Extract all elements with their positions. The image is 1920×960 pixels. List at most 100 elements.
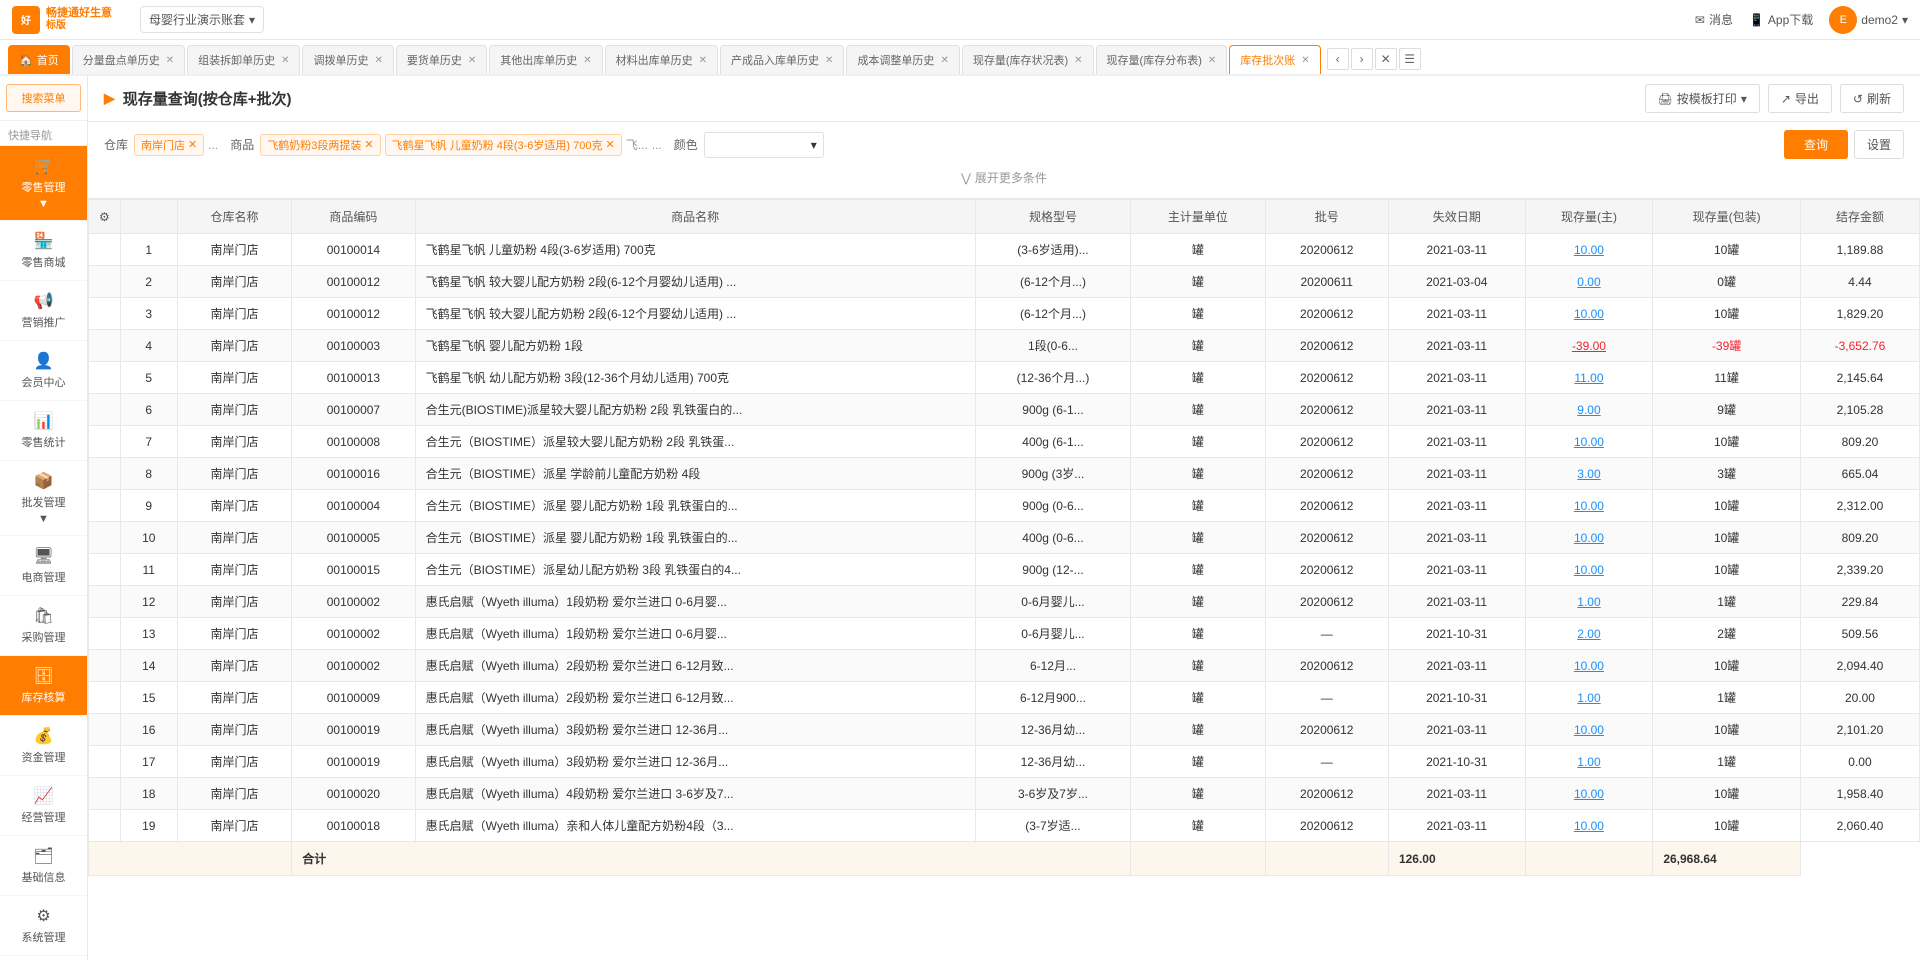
row-qty[interactable]: 11.00	[1525, 362, 1653, 394]
row-qty[interactable]: 2.00	[1525, 618, 1653, 650]
tab-chan-cheng-ru[interactable]: 产成品入库单历史 ✕	[720, 45, 844, 74]
row-qty-pkg: 10罐	[1653, 714, 1801, 746]
close-icon[interactable]: ✕	[1074, 55, 1082, 66]
row-qty[interactable]: 10.00	[1525, 426, 1653, 458]
warehouse-filter: 仓库 南岸门店 ✕ ...	[104, 134, 218, 156]
tab-ku-cun-pi[interactable]: 库存批次账 ✕	[1229, 45, 1320, 74]
close-icon[interactable]: ✕	[364, 138, 373, 151]
tab-cheng-ben[interactable]: 成本调整单历史 ✕	[846, 45, 959, 74]
close-icon[interactable]: ✕	[281, 55, 289, 66]
col-unit: 主计量单位	[1131, 200, 1265, 234]
sidebar-item-pifa[interactable]: 📦 批发管理 ▼	[0, 461, 87, 536]
tab-next-button[interactable]: ›	[1351, 48, 1373, 70]
account-selector[interactable]: 母婴行业演示账套 ▾	[140, 6, 264, 33]
sidebar-item-kucun[interactable]: 🗄 库存核算	[0, 656, 87, 716]
sidebar-item-jichu[interactable]: 🗂 基础信息	[0, 836, 87, 896]
row-qty[interactable]: 10.00	[1525, 554, 1653, 586]
close-icon[interactable]: ✕	[1301, 55, 1309, 66]
sidebar-item-jingying[interactable]: 📈 经营管理	[0, 776, 87, 836]
tab-fen-pan[interactable]: 分量盘点单历史 ✕	[72, 45, 185, 74]
row-qty[interactable]: 10.00	[1525, 234, 1653, 266]
row-spec: 6-12月...	[975, 650, 1130, 682]
row-qty[interactable]: 10.00	[1525, 650, 1653, 682]
close-icon[interactable]: ✕	[940, 55, 948, 66]
row-code: 00100013	[292, 362, 415, 394]
row-qty[interactable]: 10.00	[1525, 490, 1653, 522]
row-amount: 1,829.20	[1800, 298, 1919, 330]
sidebar-item-lingsoushang[interactable]: 🏪 零售商城	[0, 221, 87, 281]
tab-menu-button[interactable]: ☰	[1399, 48, 1421, 70]
refresh-button[interactable]: ↺ 刷新	[1840, 84, 1904, 113]
sidebar-item-lingshouguan[interactable]: 🛒 零售管理 ▼	[0, 146, 87, 221]
tab-zu-chai[interactable]: 组装拆卸单历史 ✕	[187, 45, 300, 74]
sidebar-item-lingsoutongji[interactable]: 📊 零售统计	[0, 401, 87, 461]
expand-more-button[interactable]: ⋁ 展开更多条件	[953, 165, 1055, 190]
product-tag-1[interactable]: 飞鹤奶粉3段两提装 ✕	[260, 134, 380, 156]
content-area: ▶ 现存量查询(按仓库+批次) 🖨 按模板打印 ▾ ↗ 导出 ↺ 刷新	[88, 76, 1920, 960]
message-button[interactable]: ✉ 消息	[1695, 11, 1733, 28]
row-unit: 罐	[1131, 362, 1265, 394]
close-icon[interactable]: ✕	[583, 55, 591, 66]
row-name: 惠氏启赋（Wyeth illuma）2段奶粉 爱尔兰进口 6-12月致...	[415, 682, 975, 714]
row-name: 飞鹤星飞帆 幼儿配方奶粉 3段(12-36个月幼儿适用) 700克	[415, 362, 975, 394]
search-menu-button[interactable]: 搜索菜单	[6, 84, 81, 112]
export-button[interactable]: ↗ 导出	[1768, 84, 1832, 113]
search-button[interactable]: 查询	[1784, 130, 1848, 159]
product-tag-2[interactable]: 飞鹤星飞帆 儿童奶粉 4段(3-6岁适用) 700克 ✕	[385, 134, 622, 156]
row-qty[interactable]: -39.00	[1525, 330, 1653, 362]
row-qty[interactable]: 10.00	[1525, 522, 1653, 554]
close-icon[interactable]: ✕	[699, 55, 707, 66]
tab-home[interactable]: 🏠 首页	[8, 45, 70, 74]
row-batch: 20200612	[1265, 330, 1388, 362]
tab-prev-button[interactable]: ‹	[1327, 48, 1349, 70]
row-qty[interactable]: 1.00	[1525, 746, 1653, 778]
warehouse-tag-nanan[interactable]: 南岸门店 ✕	[134, 134, 204, 156]
sidebar-item-huiyuan[interactable]: 👤 会员中心	[0, 341, 87, 401]
row-batch: —	[1265, 682, 1388, 714]
sidebar-item-dianshang[interactable]: 🖥 电商管理	[0, 536, 87, 596]
close-icon[interactable]: ✕	[166, 55, 174, 66]
app-download-button[interactable]: 📱 App下载	[1749, 11, 1813, 28]
expand-sidebar-button[interactable]: ▶	[104, 90, 115, 107]
color-select[interactable]: ▾	[704, 132, 824, 158]
tab-yao-huo[interactable]: 要货单历史 ✕	[396, 45, 487, 74]
row-qty[interactable]: 3.00	[1525, 458, 1653, 490]
row-qty[interactable]: 10.00	[1525, 778, 1653, 810]
sidebar-item-yingxiao[interactable]: 📢 营销推广	[0, 281, 87, 341]
row-qty[interactable]: 10.00	[1525, 714, 1653, 746]
warehouse-more[interactable]: ...	[208, 138, 218, 152]
tab-xian-cun-ku[interactable]: 现存量(库存状况表) ✕	[962, 45, 1094, 74]
row-qty[interactable]: 9.00	[1525, 394, 1653, 426]
product-more-dots[interactable]: ...	[652, 138, 662, 152]
sidebar-item-caigou[interactable]: 🛍 采购管理	[0, 596, 87, 656]
close-icon[interactable]: ✕	[1208, 55, 1216, 66]
close-icon[interactable]: ✕	[374, 55, 382, 66]
row-expiry: 2021-03-11	[1388, 394, 1525, 426]
tab-xian-cun-fen[interactable]: 现存量(库存分布表) ✕	[1096, 45, 1228, 74]
row-qty[interactable]: 0.00	[1525, 266, 1653, 298]
avatar: E	[1829, 6, 1857, 34]
settings-button[interactable]: 设置	[1854, 130, 1904, 159]
row-qty[interactable]: 10.00	[1525, 810, 1653, 842]
row-qty[interactable]: 1.00	[1525, 586, 1653, 618]
sidebar-item-zijin[interactable]: 💰 资金管理	[0, 716, 87, 776]
row-expiry: 2021-03-11	[1388, 234, 1525, 266]
row-qty[interactable]: 10.00	[1525, 298, 1653, 330]
close-icon[interactable]: ✕	[605, 138, 614, 151]
row-qty[interactable]: 1.00	[1525, 682, 1653, 714]
row-spec: (6-12个月...)	[975, 266, 1130, 298]
print-button[interactable]: 🖨 按模板打印 ▾	[1645, 84, 1760, 113]
close-icon[interactable]: ✕	[188, 138, 197, 151]
close-icon[interactable]: ✕	[825, 55, 833, 66]
user-menu[interactable]: E demo2 ▾	[1829, 6, 1908, 34]
tab-tiao-bo[interactable]: 调拨单历史 ✕	[302, 45, 393, 74]
product-more[interactable]: 飞...	[626, 136, 648, 153]
tab-close-button[interactable]: ✕	[1375, 48, 1397, 70]
tab-qi-ta-chu[interactable]: 其他出库单历史 ✕	[489, 45, 602, 74]
close-icon[interactable]: ✕	[468, 55, 476, 66]
sidebar-item-qiye[interactable]: 🤝 企业协同	[0, 956, 87, 960]
row-qty-pkg: 10罐	[1653, 810, 1801, 842]
row-unit: 罐	[1131, 682, 1265, 714]
tab-cai-liao[interactable]: 材料出库单历史 ✕	[605, 45, 718, 74]
sidebar-item-xitong[interactable]: ⚙ 系统管理	[0, 896, 87, 956]
